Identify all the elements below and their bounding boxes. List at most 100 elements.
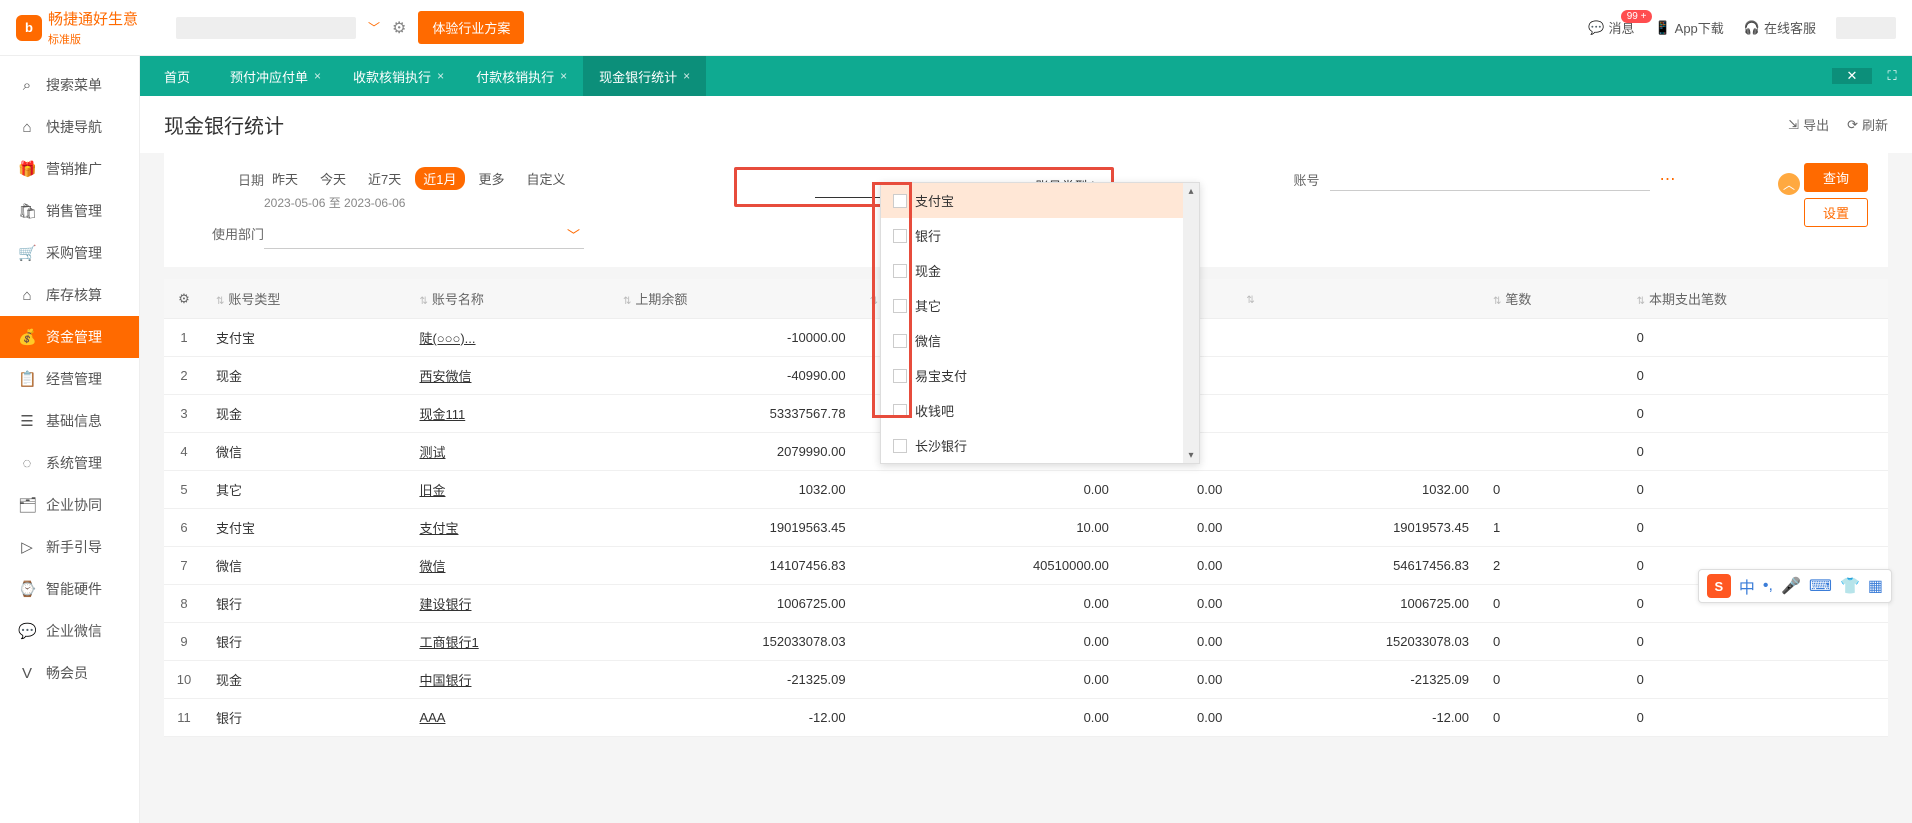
sort-icon[interactable]: ⇅ [1246, 295, 1254, 306]
checkbox[interactable] [893, 369, 907, 383]
gear-icon[interactable]: ⚙ [392, 18, 406, 38]
checkbox[interactable] [893, 404, 907, 418]
sidebar-item[interactable]: ☰基础信息 [0, 400, 139, 442]
dropdown-option[interactable]: 收钱吧 [881, 393, 1199, 428]
date-chip[interactable]: 近1月 [415, 167, 464, 190]
sidebar-item[interactable]: 🛍销售管理 [0, 190, 139, 232]
app-download-link[interactable]: 📱 App下载 [1654, 18, 1723, 37]
sidebar-item-label: 企业微信 [46, 621, 102, 641]
sort-icon[interactable]: ⇅ [216, 296, 224, 307]
tab[interactable]: 首页 [140, 56, 214, 96]
account-name-link[interactable]: 测试 [419, 445, 445, 460]
date-chip[interactable]: 今天 [312, 167, 354, 190]
ime-logo-icon[interactable]: S [1707, 574, 1731, 598]
scroll-up-icon[interactable]: ▴ [1183, 183, 1199, 199]
sort-icon[interactable]: ⇅ [623, 296, 631, 307]
fullscreen-icon[interactable]: ⛶ [1872, 68, 1912, 84]
more-dots-icon[interactable]: ⋯ [1660, 169, 1678, 189]
dropdown-option[interactable]: 银行 [881, 218, 1199, 253]
tab[interactable]: 付款核销执行× [460, 56, 583, 96]
cta-button[interactable]: 体验行业方案 [418, 11, 524, 44]
query-button[interactable]: 查询 [1804, 163, 1868, 192]
customer-service-link[interactable]: 🎧 在线客服 [1744, 18, 1816, 37]
dropdown-option[interactable]: 支付宝 [881, 183, 1199, 218]
account-name-link[interactable]: 现金111 [419, 407, 465, 422]
scroll-down-icon[interactable]: ▾ [1183, 447, 1199, 463]
ime-keyboard-icon[interactable]: ⌨ [1809, 576, 1832, 596]
account-name-link[interactable]: 工商银行1 [419, 635, 478, 650]
sidebar-item[interactable]: V畅会员 [0, 652, 139, 694]
account-name-link[interactable]: 支付宝 [419, 521, 458, 536]
dropdown-option[interactable]: 长沙银行 [881, 428, 1199, 463]
tab-close-button[interactable]: ✕ [1832, 68, 1872, 84]
table-header[interactable]: ⇅本期支出笔数 [1625, 279, 1888, 319]
ime-skin-icon[interactable]: 👕 [1840, 576, 1860, 596]
sidebar-item[interactable]: 🗂企业协同 [0, 484, 139, 526]
checkbox[interactable] [893, 194, 907, 208]
sidebar-item[interactable]: ⌂库存核算 [0, 274, 139, 316]
table-header[interactable]: ⇅ [1234, 279, 1481, 319]
dropdown-option[interactable]: 易宝支付 [881, 358, 1199, 393]
sidebar-item[interactable]: ⌂快捷导航 [0, 106, 139, 148]
checkbox[interactable] [893, 439, 907, 453]
tab-close-icon[interactable]: × [437, 69, 444, 83]
refresh-button[interactable]: ⟳刷新 [1847, 115, 1888, 134]
sidebar-item[interactable]: 🛒采购管理 [0, 232, 139, 274]
account-name-link[interactable]: AAA [419, 710, 445, 725]
ime-punct-icon[interactable]: •, [1763, 577, 1773, 595]
chevron-down-icon[interactable]: ﹀ [368, 19, 380, 36]
dropdown-scrollbar[interactable]: ▴ ▾ [1183, 183, 1199, 463]
account-name-link[interactable]: 旧金 [419, 483, 445, 498]
tab[interactable]: 预付冲应付单× [214, 56, 337, 96]
ime-mic-icon[interactable]: 🎤 [1781, 576, 1801, 596]
sort-icon[interactable]: ⇅ [419, 296, 427, 307]
sidebar-item-icon: 💰 [18, 328, 36, 346]
export-button[interactable]: ⇲导出 [1788, 115, 1829, 134]
checkbox[interactable] [893, 264, 907, 278]
table-header[interactable]: ⇅账号名称 [407, 279, 610, 319]
table-settings-header[interactable]: ⚙ [164, 279, 204, 319]
dropdown-option[interactable]: 微信 [881, 323, 1199, 358]
tab-close-icon[interactable]: × [314, 69, 321, 83]
tab-close-icon[interactable]: × [683, 69, 690, 83]
sidebar-item[interactable]: ▷新手引导 [0, 526, 139, 568]
account-name-link[interactable]: 西安微信 [419, 369, 471, 384]
settings-button[interactable]: 设置 [1804, 198, 1868, 227]
sidebar-item[interactable]: 📋经营管理 [0, 358, 139, 400]
checkbox[interactable] [893, 299, 907, 313]
tab[interactable]: 现金银行统计× [583, 56, 706, 96]
tab[interactable]: 收款核销执行× [337, 56, 460, 96]
ime-lang-label[interactable]: 中 [1739, 574, 1755, 598]
table-header[interactable]: ⇅笔数 [1481, 279, 1625, 319]
account-name-link[interactable]: 陡(○○○)... [419, 331, 475, 346]
messages-link[interactable]: 💬 消息 99 + [1588, 18, 1634, 37]
checkbox[interactable] [893, 334, 907, 348]
account-no-input[interactable] [1330, 167, 1650, 191]
sort-icon[interactable]: ⇅ [1493, 296, 1501, 307]
table-header[interactable]: ⇅上期余额 [611, 279, 858, 319]
account-name-link[interactable]: 中国银行 [419, 673, 471, 688]
account-name-link[interactable]: 建设银行 [419, 597, 471, 612]
date-chip[interactable]: 自定义 [519, 167, 574, 190]
sidebar-item[interactable]: ◌系统管理 [0, 442, 139, 484]
sidebar-item[interactable]: ⌕搜索菜单 [0, 64, 139, 106]
sidebar-item[interactable]: 💰资金管理 [0, 316, 139, 358]
avatar[interactable] [1836, 17, 1896, 39]
table-header[interactable]: ⇅账号类型 [204, 279, 407, 319]
sidebar-item[interactable]: 🎁营销推广 [0, 148, 139, 190]
dropdown-option[interactable]: 其它 [881, 288, 1199, 323]
sidebar-item[interactable]: 💬企业微信 [0, 610, 139, 652]
date-chip[interactable]: 更多 [471, 167, 513, 190]
department-select[interactable]: ﹀ [264, 221, 584, 249]
sort-icon[interactable]: ⇅ [870, 296, 878, 307]
sort-icon[interactable]: ⇅ [1637, 296, 1645, 307]
tab-close-icon[interactable]: × [560, 69, 567, 83]
ime-grid-icon[interactable]: ▦ [1868, 576, 1883, 596]
checkbox[interactable] [893, 229, 907, 243]
collapse-filter-button[interactable]: ︿ [1778, 173, 1800, 195]
account-name-link[interactable]: 微信 [419, 559, 445, 574]
date-chip[interactable]: 昨天 [264, 167, 306, 190]
dropdown-option[interactable]: 现金 [881, 253, 1199, 288]
sidebar-item[interactable]: ⌚智能硬件 [0, 568, 139, 610]
date-chip[interactable]: 近7天 [360, 167, 409, 190]
